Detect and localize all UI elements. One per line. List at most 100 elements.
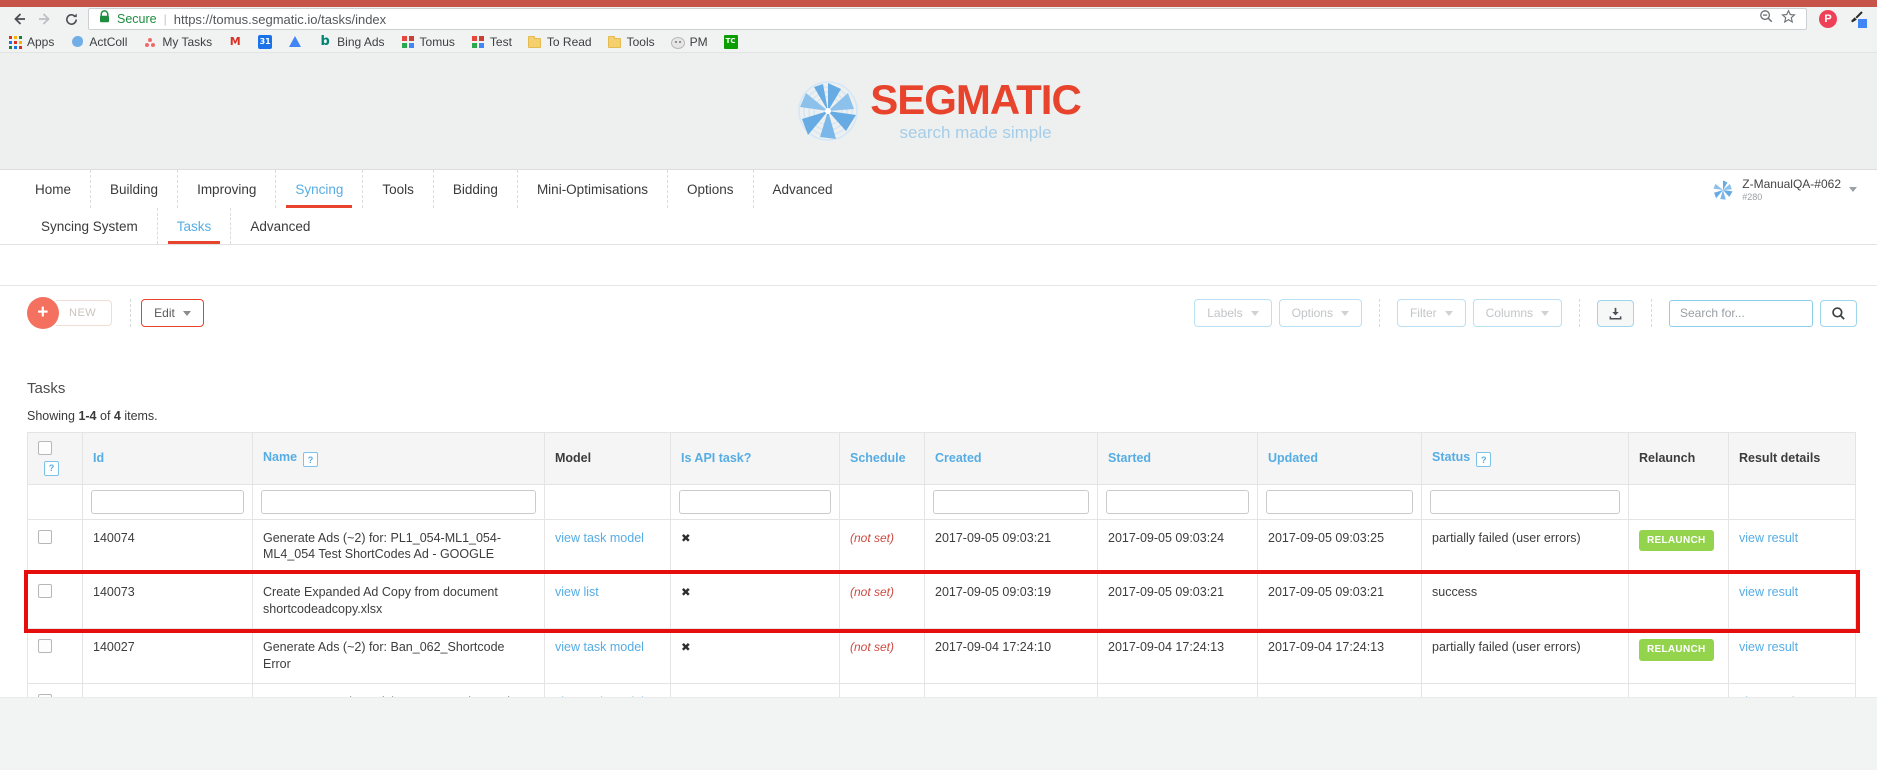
bookmark[interactable]: PM [670,35,708,49]
view-result-link[interactable]: view result [1739,585,1798,599]
columns-button[interactable]: Columns [1472,299,1562,327]
bookmark[interactable] [288,35,302,49]
column-help-icon: ? [303,452,319,467]
column-sort-link[interactable]: Id [93,451,104,465]
filter-input[interactable] [933,489,1089,514]
zoom-out-icon[interactable] [1759,9,1774,29]
bookmark-icon [471,35,485,49]
bookmark[interactable]: To Read [527,34,592,49]
nav-tab[interactable]: Advanced [752,170,852,208]
nav-tab-label: Syncing [295,181,344,197]
row-checkbox[interactable] [38,584,52,599]
column-sort-link[interactable]: Started [1108,451,1151,465]
nav-tab[interactable]: Syncing [275,170,362,208]
pocket-extension-icon[interactable]: P [1819,10,1837,28]
row-checkbox[interactable] [38,529,52,544]
model-link[interactable]: view list [555,585,599,599]
bookmark[interactable]: Tomus [401,35,455,49]
chevron-down-icon [1541,310,1549,316]
relaunch-button[interactable]: RELAUNCH [1639,529,1714,551]
bookmark[interactable]: My Tasks [143,35,212,49]
select-all-checkbox[interactable] [38,441,52,455]
sub-nav-tab[interactable]: Syncing System [22,208,157,244]
refresh-icon[interactable] [62,10,80,28]
updated-value: 2017-09-04 17:24:13 [1268,640,1385,654]
model-link[interactable]: view task model [555,640,644,654]
nav-tab-label: Bidding [452,181,498,197]
labels-button[interactable]: Labels [1194,299,1272,327]
column-header: Created [924,432,1098,485]
filter-button[interactable]: Filter [1396,299,1466,327]
sub-nav-tab[interactable]: Advanced [230,208,329,244]
nav-tab[interactable]: Bidding [432,170,517,208]
bookmark[interactable] [258,34,273,49]
nav-tab[interactable]: Building [90,170,177,208]
column-sort-link[interactable]: Updated [1268,451,1318,465]
back-icon[interactable] [10,10,28,28]
filter-input[interactable] [91,489,244,514]
filter-input[interactable] [679,489,831,514]
updated-value: 2017-09-05 09:03:25 [1268,530,1385,545]
edit-button[interactable]: Edit [141,299,204,327]
chevron-down-icon [1250,310,1259,316]
color-picker-extension-icon[interactable] [1849,10,1867,28]
task-name: Generate Ads (~2) for: PL1_054-ML1_054-M… [263,530,501,562]
nav-tab[interactable]: Home [16,170,90,208]
search-button[interactable] [1820,299,1857,327]
view-result-link[interactable]: view result [1739,531,1798,545]
model-link[interactable]: view task model [555,531,644,545]
bookmark[interactable]: ActColl [70,35,127,49]
chevron-down-icon [1340,310,1349,316]
search-input[interactable] [1669,299,1813,327]
url-text: https://tomus.segmatic.io/tasks/index [173,11,387,27]
row-checkbox[interactable] [38,639,52,653]
sub-nav-tab-label: Tasks [176,218,212,234]
bookmark[interactable] [228,35,242,49]
nav-tab[interactable]: Options [666,170,753,208]
relaunch-button[interactable]: RELAUNCH [1639,639,1714,661]
nav-tab-label: Improving [197,181,257,197]
sub-nav-tab[interactable]: Tasks [156,208,231,244]
screen: Secure | https://tomus.segmatic.io/tasks… [0,0,1877,770]
column-sort-link[interactable]: Name [263,450,297,464]
column-header: Is API task? [670,432,840,485]
new-button[interactable]: + NEW [27,297,113,329]
filter-cell [544,483,671,520]
sub-nav-tab-label: Advanced [250,218,311,234]
columns-button-label: Columns [1485,306,1533,320]
account-menu[interactable]: Z-ManualQA-#062 #280 [1712,177,1857,202]
address-bar[interactable]: Secure | https://tomus.segmatic.io/tasks… [88,8,1807,30]
column-sort-link[interactable]: Is API task? [681,451,751,465]
filter-input[interactable] [1106,489,1249,514]
bookmark[interactable]: Tools [607,35,655,49]
bookmark-star-icon[interactable] [1781,9,1796,29]
bookmark[interactable]: Bing Ads [318,35,384,49]
forward-icon[interactable] [36,10,54,28]
segmatic-logo: SEGMATIC search made simple [796,79,1082,143]
options-button[interactable]: Options [1278,299,1362,327]
chevron-down-icon [182,310,191,316]
nav-tab[interactable]: Mini-Optimisations [516,170,667,208]
account-avatar-icon [1713,180,1733,200]
bookmark[interactable]: Apps [8,35,54,49]
bookmark[interactable]: Test [471,35,512,49]
column-header: Relaunch [1628,432,1729,485]
bookmark-label: To Read [546,34,592,49]
nav-tab-label: Home [35,181,72,197]
bookmark-icon [318,35,332,49]
nav-tab[interactable]: Improving [177,170,275,208]
download-button[interactable] [1597,299,1634,327]
browser-toolbar: Secure | https://tomus.segmatic.io/tasks… [0,7,1877,31]
bookmark-icon [228,35,242,49]
started-value: 2017-09-05 09:03:21 [1108,585,1225,600]
view-result-link[interactable]: view result [1739,640,1798,654]
filter-input[interactable] [1430,489,1620,514]
nav-tab[interactable]: Tools [362,170,433,208]
filter-input[interactable] [261,489,536,514]
column-sort-link[interactable]: Status [1432,450,1470,464]
column-sort-link[interactable]: Created [935,451,982,465]
column-sort-link[interactable]: Schedule [850,451,906,465]
filter-input[interactable] [1266,489,1413,514]
created-value: 2017-09-04 17:24:10 [935,640,1052,654]
bookmark[interactable] [723,34,738,49]
